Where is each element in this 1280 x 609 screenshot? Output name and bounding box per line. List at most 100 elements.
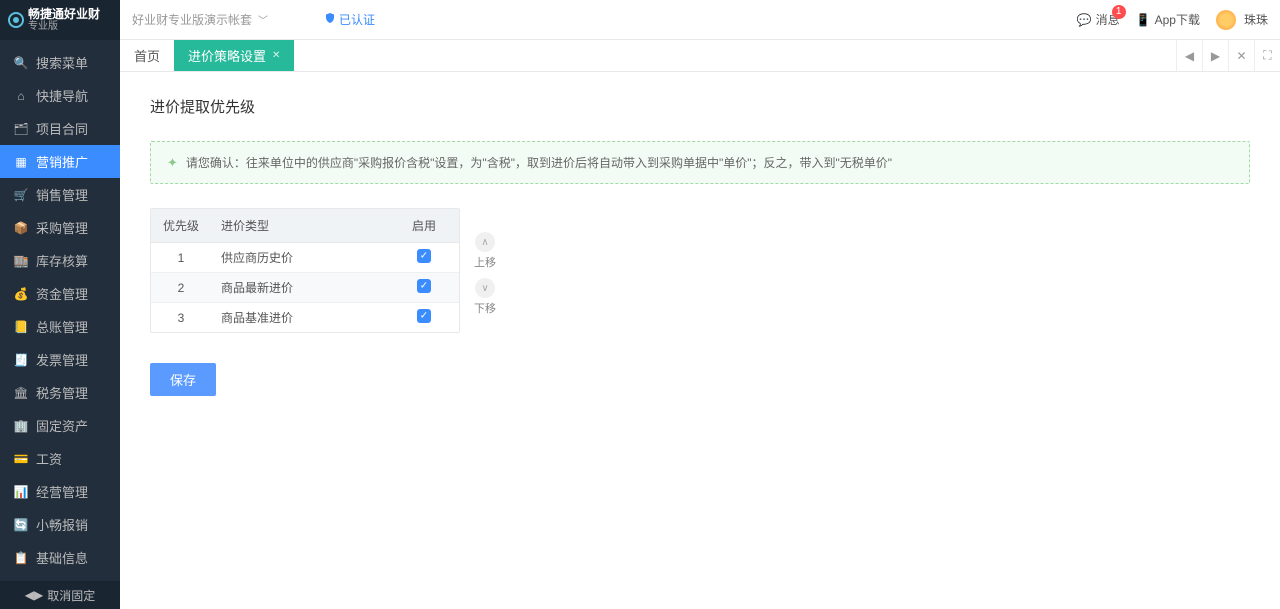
sidebar-header: 畅捷通好业财 专业版 <box>0 0 120 40</box>
box-icon: 📦 <box>14 221 28 235</box>
sidebar-item-label: 项目合同 <box>36 119 88 138</box>
page-title: 进价提取优先级 <box>150 96 1250 117</box>
sidebar-item-label: 固定资产 <box>36 416 88 435</box>
sidebar-item-label: 发票管理 <box>36 350 88 369</box>
col-priority-header: 优先级 <box>151 209 211 243</box>
tab-label: 进价策略设置 <box>188 46 266 65</box>
info-text: 请您确认：往来单位中的供应商"采购报价含税"设置，为"含税"，取到进价后将自动带… <box>186 154 892 171</box>
sidebar-item-14[interactable]: 🔄 小畅报销 <box>0 508 120 541</box>
table-row[interactable]: 2 商品最新进价 <box>151 273 459 303</box>
header: 好业财专业版演示帐套 ﹀ 已认证 💬 消息 1 📱 App下载 珠珠 <box>120 0 1280 40</box>
sidebar-item-label: 搜索菜单 <box>36 53 88 72</box>
tab-close-icon[interactable]: ✕ <box>272 50 280 61</box>
logo-icon <box>8 12 24 28</box>
sidebar-menu: 🔍 搜索菜单 ⌂ 快捷导航 🗂 项目合同 ▦营销推广 🛒 销售管理 📦 采购管理 🏬 库存核算 💰资金管理… <box>0 40 120 581</box>
sidebar-item-label: 基础信息 <box>36 548 88 567</box>
sidebar-item-label: 工资 <box>36 449 62 468</box>
enable-checkbox[interactable] <box>417 309 431 323</box>
tab-next-button[interactable]: ▶ <box>1202 40 1228 71</box>
sidebar-item-label: 采购管理 <box>36 218 88 237</box>
priority-cell: 1 <box>151 243 211 273</box>
chevron-down-icon: ∨ <box>475 278 495 298</box>
sidebar-item-label: 小畅报销 <box>36 515 88 534</box>
cart-icon: 🛒 <box>14 188 28 202</box>
priority-cell: 3 <box>151 303 211 333</box>
shield-icon <box>324 12 336 27</box>
sidebar-item-5[interactable]: 📦 采购管理 <box>0 211 120 244</box>
app-title: 畅捷通好业财 <box>28 8 100 21</box>
move-down-button[interactable]: ∨ 下移 <box>474 278 496 316</box>
fullscreen-button[interactable]: ⛶ <box>1254 40 1280 71</box>
grid-icon: ▦ <box>14 155 28 169</box>
home-icon: ⌂ <box>14 89 28 103</box>
money-icon: 💰 <box>14 287 28 301</box>
verified-label: 已认证 <box>339 11 375 28</box>
priority-table: 优先级 进价类型 启用 1 供应商历史价 2 商品最新进价 3 商品基准进价 <box>150 208 460 333</box>
tab-1[interactable]: 进价策略设置 ✕ <box>174 40 294 71</box>
invoice-icon: 🧾 <box>14 353 28 367</box>
sidebar-item-7[interactable]: 💰资金管理 <box>0 277 120 310</box>
message-button[interactable]: 💬 消息 1 <box>1077 11 1120 28</box>
sidebar-item-label: 总账管理 <box>36 317 88 336</box>
main: 进价提取优先级 ✦ 请您确认：往来单位中的供应商"采购报价含税"设置，为"含税"… <box>120 72 1280 609</box>
enable-checkbox[interactable] <box>417 249 431 263</box>
move-down-label: 下移 <box>474 300 496 316</box>
expand-icon: ⛶ <box>1263 48 1271 63</box>
salary-icon: 💳 <box>14 452 28 466</box>
ledger-icon: 📒 <box>14 320 28 334</box>
user-button[interactable]: 珠珠 <box>1216 10 1268 30</box>
sidebar-item-12[interactable]: 💳 工资 <box>0 442 120 475</box>
tabs-bar: 首页 进价策略设置 ✕ ◀ ▶ ✕ ⛶ <box>120 40 1280 72</box>
type-cell: 供应商历史价 <box>211 243 389 273</box>
warehouse-icon: 🏬 <box>14 254 28 268</box>
sidebar-item-1[interactable]: ⌂ 快捷导航 <box>0 79 120 112</box>
verified-badge[interactable]: 已认证 <box>324 11 375 28</box>
info-box: ✦ 请您确认：往来单位中的供应商"采购报价含税"设置，为"含税"，取到进价后将自… <box>150 141 1250 184</box>
sidebar-item-label: 税务管理 <box>36 383 88 402</box>
tab-0[interactable]: 首页 <box>120 40 174 71</box>
download-button[interactable]: 📱 App下载 <box>1136 11 1200 28</box>
chevron-up-icon: ∧ <box>475 232 495 252</box>
tab-close-all-button[interactable]: ✕ <box>1228 40 1254 71</box>
tab-label: 首页 <box>134 46 160 65</box>
message-icon: 💬 <box>1077 13 1092 27</box>
sidebar-item-6[interactable]: 🏬 库存核算 <box>0 244 120 277</box>
table-row[interactable]: 1 供应商历史价 <box>151 243 459 273</box>
sidebar-item-label: 快捷导航 <box>36 86 88 105</box>
sidebar-item-3[interactable]: ▦营销推广 <box>0 145 120 178</box>
message-badge: 1 <box>1112 5 1126 19</box>
col-enable-header: 启用 <box>389 209 459 243</box>
user-label: 珠珠 <box>1244 11 1268 28</box>
sidebar-item-10[interactable]: 🏛 税务管理 <box>0 376 120 409</box>
org-dropdown[interactable]: 好业财专业版演示帐套 ﹀ <box>132 11 312 28</box>
sidebar-item-13[interactable]: 📊经营管理 <box>0 475 120 508</box>
sidebar-item-label: 销售管理 <box>36 185 88 204</box>
app-subtitle: 专业版 <box>28 21 100 32</box>
sidebar-item-label: 经营管理 <box>36 482 88 501</box>
sidebar-item-16[interactable]: ⚙系统管理 <box>0 574 120 581</box>
sidebar-item-label: 库存核算 <box>36 251 88 270</box>
sidebar-pin-toggle[interactable]: ◀▶ 取消固定 <box>0 581 120 609</box>
search-icon: 🔍 <box>14 56 28 70</box>
move-up-button[interactable]: ∧ 上移 <box>474 232 496 270</box>
info-icon: 📋 <box>14 551 28 565</box>
chevron-left-icon: ◀ <box>1185 49 1194 63</box>
briefcase-icon: 🗂 <box>14 122 28 136</box>
enable-checkbox[interactable] <box>417 279 431 293</box>
table-row[interactable]: 3 商品基准进价 <box>151 303 459 333</box>
sidebar-item-9[interactable]: 🧾 发票管理 <box>0 343 120 376</box>
pin-label: 取消固定 <box>47 587 95 604</box>
type-cell: 商品基准进价 <box>211 303 389 333</box>
org-name: 好业财专业版演示帐套 <box>132 11 252 28</box>
avatar-icon <box>1216 10 1236 30</box>
sidebar-item-8[interactable]: 📒 总账管理 <box>0 310 120 343</box>
sidebar-item-0[interactable]: 🔍 搜索菜单 <box>0 46 120 79</box>
sidebar-item-4[interactable]: 🛒 销售管理 <box>0 178 120 211</box>
reimburse-icon: 🔄 <box>14 518 28 532</box>
tab-prev-button[interactable]: ◀ <box>1176 40 1202 71</box>
save-button[interactable]: 保存 <box>150 363 216 396</box>
sidebar-item-2[interactable]: 🗂 项目合同 <box>0 112 120 145</box>
tax-icon: 🏛 <box>14 386 28 400</box>
sidebar-item-15[interactable]: 📋 基础信息 <box>0 541 120 574</box>
sidebar-item-11[interactable]: 🏢固定资产 <box>0 409 120 442</box>
